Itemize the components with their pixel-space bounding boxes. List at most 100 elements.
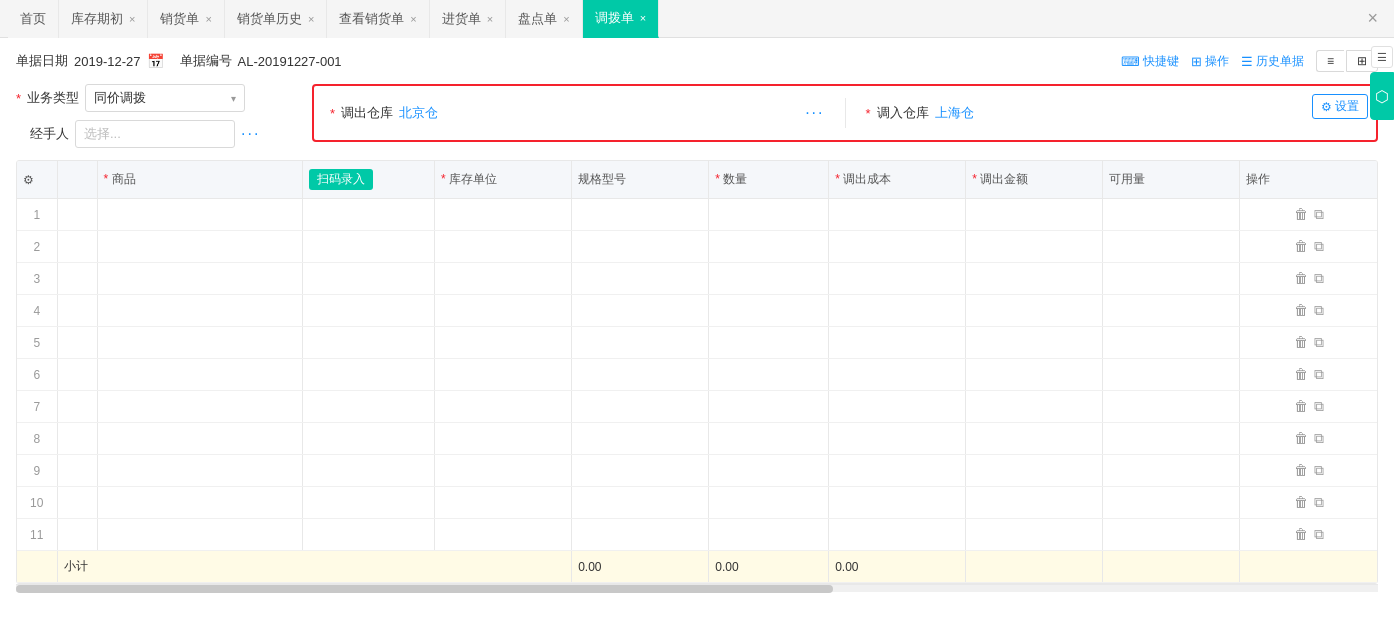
history-button[interactable]: ☰ 历史单据 bbox=[1241, 53, 1304, 70]
table-row: 6🗑⧉ bbox=[17, 359, 1377, 391]
table-row-11: 11 🗑⧉ bbox=[17, 519, 1377, 551]
transfer-out-field: * 调出仓库 北京仓 ··· bbox=[330, 104, 825, 122]
copy-row-icon[interactable]: ⧉ bbox=[1314, 526, 1324, 543]
tab-sales-order[interactable]: 销货单 × bbox=[148, 0, 224, 38]
required-star-in: * bbox=[866, 106, 871, 121]
sidebar-list-button[interactable]: ☰ bbox=[1371, 46, 1393, 68]
dropdown-arrow-icon: ▾ bbox=[231, 93, 236, 104]
data-table: ⚙ * 商品 扫码录入 * 库存单位 规格型号 bbox=[17, 161, 1377, 583]
table-row: 9🗑⧉ bbox=[17, 455, 1377, 487]
person-more-icon[interactable]: ··· bbox=[241, 125, 260, 143]
delete-row-icon[interactable]: 🗑 bbox=[1294, 302, 1308, 319]
tab-inventory-init[interactable]: 库存期初 × bbox=[59, 0, 148, 38]
shortcut-icon: ⌨ bbox=[1121, 54, 1140, 69]
delete-row-icon[interactable]: 🗑 bbox=[1294, 238, 1308, 255]
tab-close-sales-order[interactable]: × bbox=[205, 13, 211, 25]
table-row: 1🗑⧉ bbox=[17, 199, 1377, 231]
scrollbar-thumb[interactable] bbox=[16, 585, 833, 593]
delete-row-icon[interactable]: 🗑 bbox=[1294, 526, 1308, 543]
subtotal-row: 小计 0.00 0.00 0.00 bbox=[17, 551, 1377, 583]
tab-close-transfer-order[interactable]: × bbox=[640, 12, 646, 24]
table-header-row: ⚙ * 商品 扫码录入 * 库存单位 规格型号 bbox=[17, 161, 1377, 199]
tab-view-sales[interactable]: 查看销货单 × bbox=[327, 0, 429, 38]
tab-home[interactable]: 首页 bbox=[8, 0, 59, 38]
person-field: 经手人 选择... ··· bbox=[16, 120, 296, 148]
scan-entry-button[interactable]: 扫码录入 bbox=[309, 169, 373, 190]
col-header-amount: * 调出金额 bbox=[966, 161, 1103, 199]
copy-row-icon[interactable]: ⧉ bbox=[1314, 462, 1324, 479]
copy-row-icon[interactable]: ⧉ bbox=[1314, 302, 1324, 319]
table-body: 1🗑⧉ 2🗑⧉ 3🗑⧉ 4🗑⧉ 5🗑⧉ 6🗑⧉ 7🗑⧉ 8🗑⧉ 9🗑⧉ 10🗑⧉… bbox=[17, 199, 1377, 583]
calendar-icon[interactable]: 📅 bbox=[147, 53, 164, 69]
business-type-field: * 业务类型 同价调拨 ▾ bbox=[16, 84, 296, 112]
copy-row-icon[interactable]: ⧉ bbox=[1314, 494, 1324, 511]
business-type-dropdown[interactable]: 同价调拨 ▾ bbox=[85, 84, 245, 112]
tab-sales-history[interactable]: 销货单历史 × bbox=[225, 0, 327, 38]
delete-row-icon[interactable]: 🗑 bbox=[1294, 430, 1308, 447]
data-table-container: ⚙ * 商品 扫码录入 * 库存单位 规格型号 bbox=[16, 160, 1378, 584]
copy-row-icon[interactable]: ⧉ bbox=[1314, 238, 1324, 255]
col-header-cost: * 调出成本 bbox=[829, 161, 966, 199]
delete-row-icon[interactable]: 🗑 bbox=[1294, 366, 1308, 383]
copy-row-icon[interactable]: ⧉ bbox=[1314, 334, 1324, 351]
copy-row-icon[interactable]: ⧉ bbox=[1314, 206, 1324, 223]
table-row: 5🗑⧉ bbox=[17, 327, 1377, 359]
horizontal-scrollbar[interactable] bbox=[16, 584, 1378, 592]
sidebar-expand-button[interactable]: ⬡ bbox=[1370, 72, 1394, 120]
copy-row-icon[interactable]: ⧉ bbox=[1314, 270, 1324, 287]
delete-row-icon[interactable]: 🗑 bbox=[1294, 494, 1308, 511]
delete-row-icon[interactable]: 🗑 bbox=[1294, 270, 1308, 287]
delete-row-icon[interactable]: 🗑 bbox=[1294, 206, 1308, 223]
history-icon: ☰ bbox=[1241, 54, 1253, 69]
transfer-out-more-icon[interactable]: ··· bbox=[805, 104, 824, 122]
col-header-product: * 商品 bbox=[97, 161, 303, 199]
table-row: 8🗑⧉ bbox=[17, 423, 1377, 455]
copy-row-icon[interactable]: ⧉ bbox=[1314, 366, 1324, 383]
tab-bar: 首页 库存期初 × 销货单 × 销货单历史 × 查看销货单 × 进货单 × 盘点… bbox=[0, 0, 1394, 38]
date-field: 单据日期 2019-12-27 📅 bbox=[16, 52, 164, 70]
table-row: 4🗑⧉ bbox=[17, 295, 1377, 327]
tab-close-purchase-order[interactable]: × bbox=[487, 13, 493, 25]
subtotal-cost: 0.00 bbox=[709, 551, 829, 583]
header-actions: ⌨ 快捷键 ⊞ 操作 ☰ 历史单据 ≡ ⊞ bbox=[1121, 50, 1378, 72]
gear-settings-button[interactable]: ⚙ 设置 bbox=[1312, 94, 1368, 119]
col-header-unit: * 库存单位 bbox=[435, 161, 572, 199]
form-section: * 业务类型 同价调拨 ▾ 经手人 选择... ··· * 调出仓库 北京仓 bbox=[16, 84, 1378, 148]
header-row: 单据日期 2019-12-27 📅 单据编号 AL-20191227-001 ⌨… bbox=[16, 50, 1378, 72]
operation-button[interactable]: ⊞ 操作 bbox=[1191, 53, 1229, 70]
right-sidebar: ☰ ⬡ bbox=[1370, 38, 1394, 128]
operation-icon: ⊞ bbox=[1191, 54, 1202, 69]
col-header-available: 可用量 bbox=[1103, 161, 1240, 199]
table-row: 2🗑⧉ bbox=[17, 231, 1377, 263]
col-header-settings[interactable]: ⚙ bbox=[17, 161, 57, 199]
warehouse-separator bbox=[845, 98, 846, 128]
view-toggle-list[interactable]: ≡ bbox=[1316, 50, 1344, 72]
delete-row-icon[interactable]: 🗑 bbox=[1294, 462, 1308, 479]
doc-num-field: 单据编号 AL-20191227-001 bbox=[180, 52, 342, 70]
delete-row-icon[interactable]: 🗑 bbox=[1294, 334, 1308, 351]
window-close-button[interactable]: × bbox=[1359, 8, 1386, 29]
table-row: 7🗑⧉ bbox=[17, 391, 1377, 423]
transfer-in-field: * 调入仓库 上海仓 ··· bbox=[866, 104, 1361, 122]
delete-row-icon[interactable]: 🗑 bbox=[1294, 398, 1308, 415]
tab-close-view-sales[interactable]: × bbox=[410, 13, 416, 25]
copy-row-icon[interactable]: ⧉ bbox=[1314, 398, 1324, 415]
col-header-rownum bbox=[57, 161, 97, 199]
tab-close-sales-history[interactable]: × bbox=[308, 13, 314, 25]
col-header-scan: 扫码录入 bbox=[303, 161, 435, 199]
tab-stocktake[interactable]: 盘点单 × bbox=[506, 0, 582, 38]
subtotal-label: 小计 bbox=[57, 551, 572, 583]
form-left: * 业务类型 同价调拨 ▾ 经手人 选择... ··· bbox=[16, 84, 296, 148]
tab-transfer-order[interactable]: 调拨单 × bbox=[583, 0, 659, 38]
gear-col-icon: ⚙ bbox=[23, 173, 34, 187]
person-selector[interactable]: 选择... bbox=[75, 120, 235, 148]
tab-close-inventory-init[interactable]: × bbox=[129, 13, 135, 25]
col-header-qty: * 数量 bbox=[709, 161, 829, 199]
copy-row-icon[interactable]: ⧉ bbox=[1314, 430, 1324, 447]
tab-close-stocktake[interactable]: × bbox=[563, 13, 569, 25]
table-row: 3🗑⧉ bbox=[17, 263, 1377, 295]
main-content: 单据日期 2019-12-27 📅 单据编号 AL-20191227-001 ⌨… bbox=[0, 38, 1394, 604]
subtotal-amount: 0.00 bbox=[829, 551, 966, 583]
tab-purchase-order[interactable]: 进货单 × bbox=[430, 0, 506, 38]
shortcut-button[interactable]: ⌨ 快捷键 bbox=[1121, 53, 1179, 70]
